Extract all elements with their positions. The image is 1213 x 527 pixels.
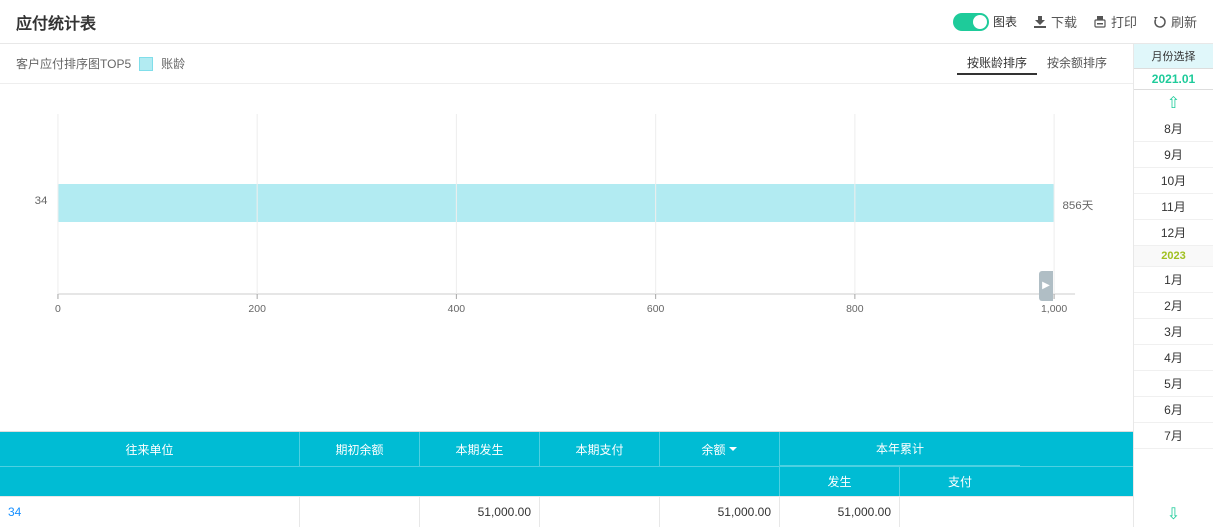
sidebar-collapse-button[interactable]: ▶ (1039, 271, 1053, 301)
chart-svg: 34 856天 0 200 400 600 (16, 94, 1117, 314)
month-item-7[interactable]: 7月 (1134, 423, 1213, 449)
svg-text:600: 600 (647, 304, 665, 314)
month-item-11[interactable]: 11月 (1134, 194, 1213, 220)
td-ytd-occur: 51,000.00 (780, 497, 900, 527)
svg-text:34: 34 (35, 195, 48, 207)
chart-toggle[interactable] (953, 13, 989, 31)
month-item-9[interactable]: 9月 (1134, 142, 1213, 168)
toggle-label: 图表 (993, 13, 1017, 30)
td-opening (300, 497, 420, 527)
month-item-1[interactable]: 1月 (1134, 267, 1213, 293)
td-balance: 51,000.00 (660, 497, 780, 527)
th-ytd: 本年累计 (780, 432, 1020, 466)
chart-toggle-wrap: 图表 (953, 13, 1017, 31)
sub-th-occur: 发生 (780, 467, 900, 496)
download-icon (1033, 15, 1047, 29)
svg-text:200: 200 (248, 304, 266, 314)
th-period-occur: 本期发生 (420, 432, 540, 466)
td-ytd-pay (900, 497, 1020, 527)
legend-label: 客户应付排序图TOP5 (16, 55, 131, 72)
sub-th-pay: 支付 (900, 467, 1020, 496)
svg-text:0: 0 (55, 304, 61, 314)
balance-sort-icon (728, 444, 738, 454)
month-list: 8月 9月 10月 11月 12月 2023 1月 2月 3月 4月 5月 6月… (1134, 116, 1213, 501)
sort-by-balance-button[interactable]: 按余额排序 (1037, 52, 1117, 75)
td-unit[interactable]: 34 (0, 497, 300, 527)
table-sub-header: 发生 支付 (0, 466, 1133, 496)
month-item-4[interactable]: 4月 (1134, 345, 1213, 371)
chart-sort-buttons: 按账龄排序 按余额排序 (957, 52, 1117, 75)
page-header: 应付统计表 图表 下载 打印 刷新 (0, 0, 1213, 44)
print-icon (1093, 15, 1107, 29)
month-sidebar: 月份选择 ⇧ 8月 9月 10月 11月 12月 2023 1月 2月 3月 4… (1133, 44, 1213, 527)
month-item-8[interactable]: 8月 (1134, 116, 1213, 142)
header-actions: 图表 下载 打印 刷新 (953, 12, 1197, 31)
print-button[interactable]: 打印 (1093, 12, 1137, 31)
th-period-pay: 本期支付 (540, 432, 660, 466)
month-item-10[interactable]: 10月 (1134, 168, 1213, 194)
th-unit: 往来单位 (0, 432, 300, 466)
month-item-12[interactable]: 12月 (1134, 220, 1213, 246)
svg-text:400: 400 (448, 304, 466, 314)
table-section: 往来单位 期初余额 本期发生 本期支付 余额 本年累计 发生 支付 (0, 431, 1133, 527)
th-opening: 期初余额 (300, 432, 420, 466)
month-item-2[interactable]: 2月 (1134, 293, 1213, 319)
month-item-6[interactable]: 6月 (1134, 397, 1213, 423)
month-nav-up[interactable]: ⇧ (1134, 90, 1213, 116)
year-2023-label: 2023 (1134, 246, 1213, 267)
sort-by-amount-button[interactable]: 按账龄排序 (957, 52, 1037, 75)
chart-header: 客户应付排序图TOP5 账龄 按账龄排序 按余额排序 (0, 44, 1133, 84)
legend-box (139, 57, 153, 71)
download-button[interactable]: 下载 (1033, 12, 1077, 31)
month-item-3[interactable]: 3月 (1134, 319, 1213, 345)
svg-text:800: 800 (846, 304, 864, 314)
chart-area: 34 856天 0 200 400 600 (0, 84, 1133, 431)
year-input[interactable] (1134, 69, 1213, 90)
th-balance: 余额 (660, 432, 780, 466)
svg-text:856天: 856天 (1062, 200, 1093, 212)
refresh-button[interactable]: 刷新 (1153, 12, 1197, 31)
legend-box-label: 账龄 (161, 55, 185, 72)
chart-legend: 客户应付排序图TOP5 账龄 (16, 55, 185, 72)
table-header: 往来单位 期初余额 本期发生 本期支付 余额 本年累计 (0, 432, 1133, 466)
sidebar-title: 月份选择 (1134, 44, 1213, 69)
main-area: 客户应付排序图TOP5 账龄 按账龄排序 按余额排序 34 856天 (0, 44, 1213, 527)
page-title: 应付统计表 (16, 10, 96, 34)
svg-text:1,000: 1,000 (1041, 304, 1068, 314)
month-item-5[interactable]: 5月 (1134, 371, 1213, 397)
chart-section: 客户应付排序图TOP5 账龄 按账龄排序 按余额排序 34 856天 (0, 44, 1133, 527)
td-period-occur: 51,000.00 (420, 497, 540, 527)
month-nav-down[interactable]: ⇩ (1134, 501, 1213, 527)
table-row: 34 51,000.00 51,000.00 51,000.00 (0, 496, 1133, 527)
refresh-icon (1153, 15, 1167, 29)
td-period-pay (540, 497, 660, 527)
